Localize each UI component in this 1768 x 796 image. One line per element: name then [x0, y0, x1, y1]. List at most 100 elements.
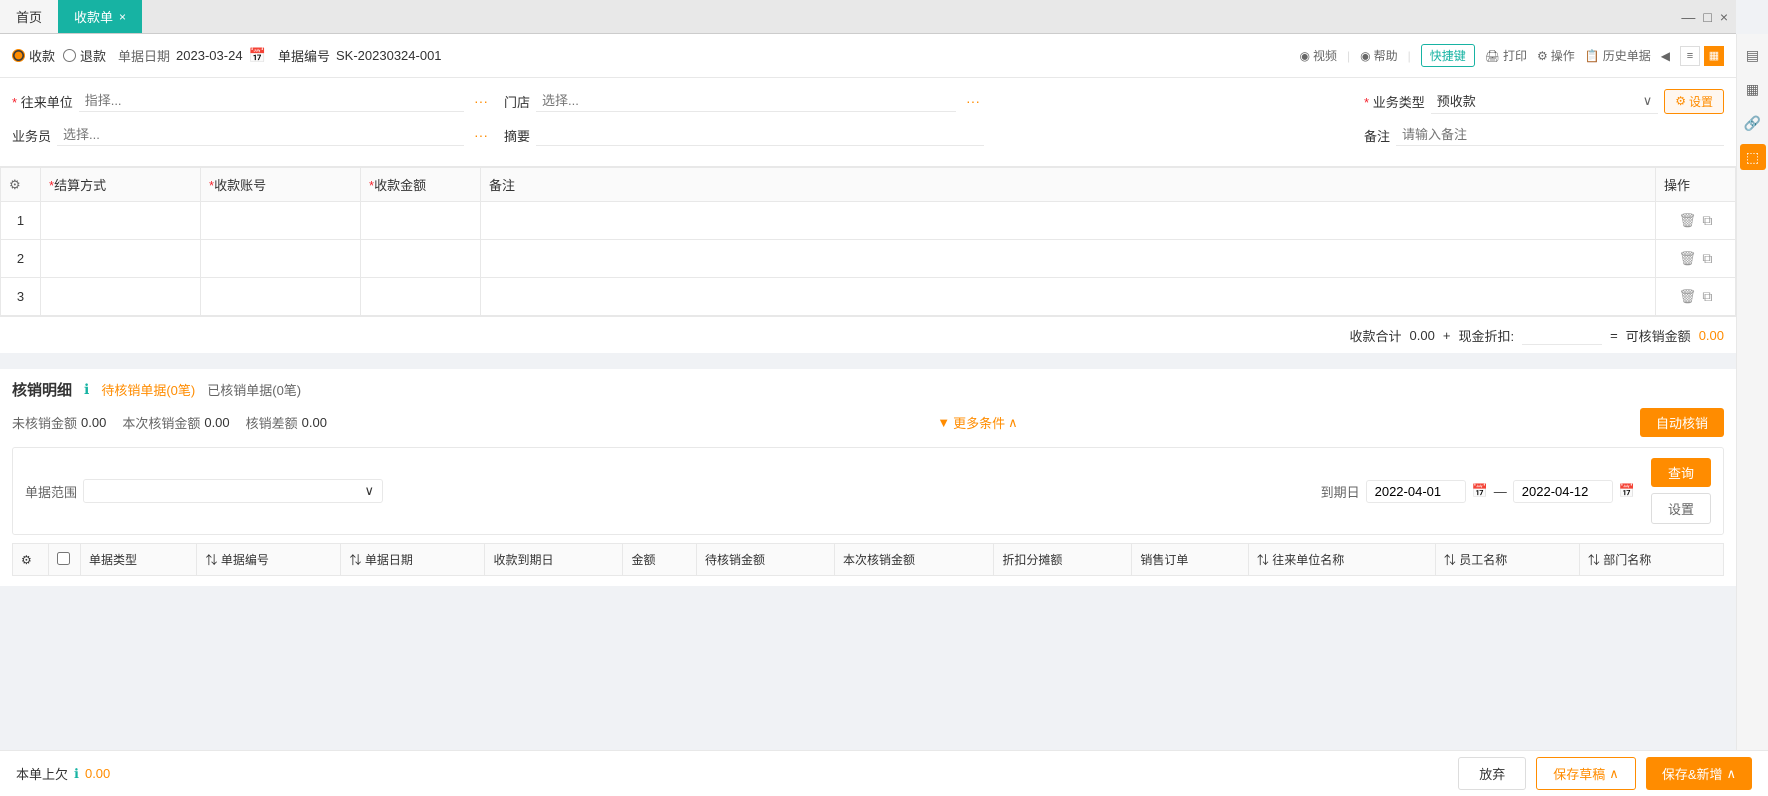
tab-active-label: 收款单 — [74, 7, 113, 26]
bill-range-label: 单据范围 — [25, 482, 77, 501]
maximize-icon[interactable]: □ — [1703, 9, 1711, 25]
filter-settings-button[interactable]: 设置 — [1651, 493, 1711, 524]
toolbar-left: 收款 退款 单据日期 2023-03-24 📅 单据编号 SK-20230324… — [12, 46, 442, 65]
radio-refund[interactable]: 退款 — [63, 46, 106, 65]
shop-more-icon[interactable]: ··· — [962, 93, 984, 109]
biz-settings-button[interactable]: ⚙ 设置 — [1664, 89, 1724, 114]
bill-no-field: 单据编号 SK-20230324-001 — [278, 46, 442, 65]
th-checkbox[interactable] — [49, 544, 81, 576]
summary-label: 摘要 — [504, 126, 530, 145]
tab-home[interactable]: 首页 — [0, 0, 58, 33]
counterpart-more-icon[interactable]: ··· — [470, 93, 492, 109]
verify-info-icon[interactable]: ℹ — [84, 381, 89, 398]
row-settle[interactable] — [41, 240, 201, 278]
window-controls: — □ × — [1681, 9, 1736, 25]
video-label: 视频 — [1313, 47, 1337, 64]
th-amount: *收款金额 — [361, 168, 481, 202]
select-all-checkbox[interactable] — [57, 552, 70, 565]
remark-field: 备注 — [1364, 124, 1724, 146]
row-delete-icon[interactable]: 🗑 — [1679, 288, 1697, 305]
discard-button[interactable]: 放弃 — [1458, 757, 1526, 790]
sidebar-table-icon[interactable]: ▤ — [1740, 42, 1766, 68]
row-account[interactable] — [201, 240, 361, 278]
salesperson-input[interactable] — [57, 124, 464, 146]
table-settings-icon[interactable]: ⚙ — [9, 177, 21, 192]
row-remark[interactable] — [481, 202, 1656, 240]
calendar-to-icon[interactable]: 📅 — [1619, 483, 1635, 499]
query-button[interactable]: 查询 — [1651, 458, 1711, 487]
date-from-input[interactable] — [1366, 480, 1466, 503]
radio-receipt-label: 收款 — [29, 46, 55, 65]
help-button[interactable]: ◉ 帮助 — [1360, 47, 1398, 64]
operation-label: 操作 — [1551, 47, 1575, 64]
equals-sign: = — [1610, 328, 1618, 343]
th-gear-bottom[interactable]: ⚙ — [13, 544, 49, 576]
sort-icon: ⇅ — [1444, 553, 1456, 567]
per-order-info-icon[interactable]: ℹ — [74, 766, 79, 782]
history-button[interactable]: 📋 历史单据 — [1585, 47, 1651, 64]
row-copy-icon[interactable]: ⧉ — [1702, 250, 1712, 267]
salesperson-more-icon[interactable]: ··· — [470, 127, 492, 143]
radio-refund-label: 退款 — [80, 46, 106, 65]
row-amount[interactable] — [361, 240, 481, 278]
tab-pending[interactable]: 待核销单据(0笔) — [101, 380, 195, 399]
row-ops: 🗑 ⧉ — [1656, 240, 1736, 278]
sidebar-link-icon[interactable]: 🔗 — [1740, 110, 1766, 136]
row-delete-icon[interactable]: 🗑 — [1679, 250, 1697, 267]
more-conditions-button[interactable]: ▼ 更多条件 ∧ — [937, 413, 1017, 432]
row-delete-icon[interactable]: 🗑 — [1679, 212, 1697, 229]
radio-receipt[interactable]: 收款 — [12, 46, 55, 65]
auto-cancel-button[interactable]: 自动核销 — [1640, 408, 1724, 437]
bill-range-select[interactable]: ∨ — [83, 479, 383, 503]
date-separator: — — [1494, 484, 1507, 499]
row-settle[interactable] — [41, 202, 201, 240]
th-discount-label: 折扣分摊额 — [1002, 553, 1062, 567]
view-grid-icon[interactable]: ▦ — [1704, 46, 1724, 66]
tab-done[interactable]: 已核销单据(0笔) — [207, 380, 301, 399]
sidebar-capture-icon[interactable]: ⬚ — [1740, 144, 1766, 170]
save-arrow-icon: ∧ — [1726, 766, 1736, 782]
remark-input[interactable] — [1396, 124, 1724, 146]
unverified-value: 0.00 — [81, 415, 106, 430]
row-ops: 🗑 ⧉ — [1656, 278, 1736, 316]
minimize-icon[interactable]: — — [1681, 9, 1695, 25]
row-amount[interactable] — [361, 278, 481, 316]
view-list-icon[interactable]: ≡ — [1680, 46, 1700, 66]
bill-date-calendar-icon[interactable]: 📅 — [249, 47, 266, 64]
row-amount[interactable] — [361, 202, 481, 240]
close-icon[interactable]: × — [1720, 9, 1728, 25]
shop-field: 门店 ··· — [504, 90, 984, 112]
row-copy-icon[interactable]: ⧉ — [1702, 288, 1712, 305]
row-copy-icon[interactable]: ⧉ — [1702, 212, 1712, 229]
filter-buttons: 查询 设置 — [1651, 458, 1711, 524]
stat-diff: 核销差额 0.00 — [246, 413, 327, 432]
shortcut-button[interactable]: 快捷键 — [1421, 44, 1475, 67]
biz-type-select[interactable]: 预收款 ∨ — [1431, 88, 1659, 114]
verify-section: 核销明细 ℹ 待核销单据(0笔) 已核销单据(0笔) 未核销金额 0.00 本次… — [0, 369, 1736, 586]
tab-close-icon[interactable]: × — [119, 10, 126, 24]
th-bill-date: ⇅ 单据日期 — [341, 544, 485, 576]
summary-input[interactable] — [536, 124, 984, 146]
shop-input[interactable] — [536, 90, 956, 112]
nav-prev-icon[interactable]: ◀ — [1661, 49, 1670, 63]
per-order-value: 0.00 — [85, 766, 110, 781]
calendar-from-icon[interactable]: 📅 — [1472, 483, 1488, 499]
tab-active[interactable]: 收款单 × — [58, 0, 142, 33]
print-button[interactable]: 🖨 打印 — [1485, 47, 1527, 64]
row-remark[interactable] — [481, 240, 1656, 278]
operation-button[interactable]: ⚙ 操作 — [1537, 47, 1575, 64]
row-account[interactable] — [201, 202, 361, 240]
discount-input[interactable] — [1522, 325, 1602, 345]
save-new-button[interactable]: 保存&新增 ∧ — [1646, 757, 1752, 790]
counterpart-input[interactable] — [79, 90, 464, 112]
sidebar-grid-icon[interactable]: ▦ — [1740, 76, 1766, 102]
row-settle[interactable] — [41, 278, 201, 316]
date-to-input[interactable] — [1513, 480, 1613, 503]
row-no: 2 — [1, 240, 41, 278]
row-remark[interactable] — [481, 278, 1656, 316]
print-icon: 🖨 — [1485, 49, 1500, 63]
th-sales-order: 销售订单 — [1132, 544, 1248, 576]
save-draft-button[interactable]: 保存草稿 ∧ — [1536, 757, 1636, 790]
video-button[interactable]: ◉ 视频 — [1300, 47, 1338, 64]
row-account[interactable] — [201, 278, 361, 316]
